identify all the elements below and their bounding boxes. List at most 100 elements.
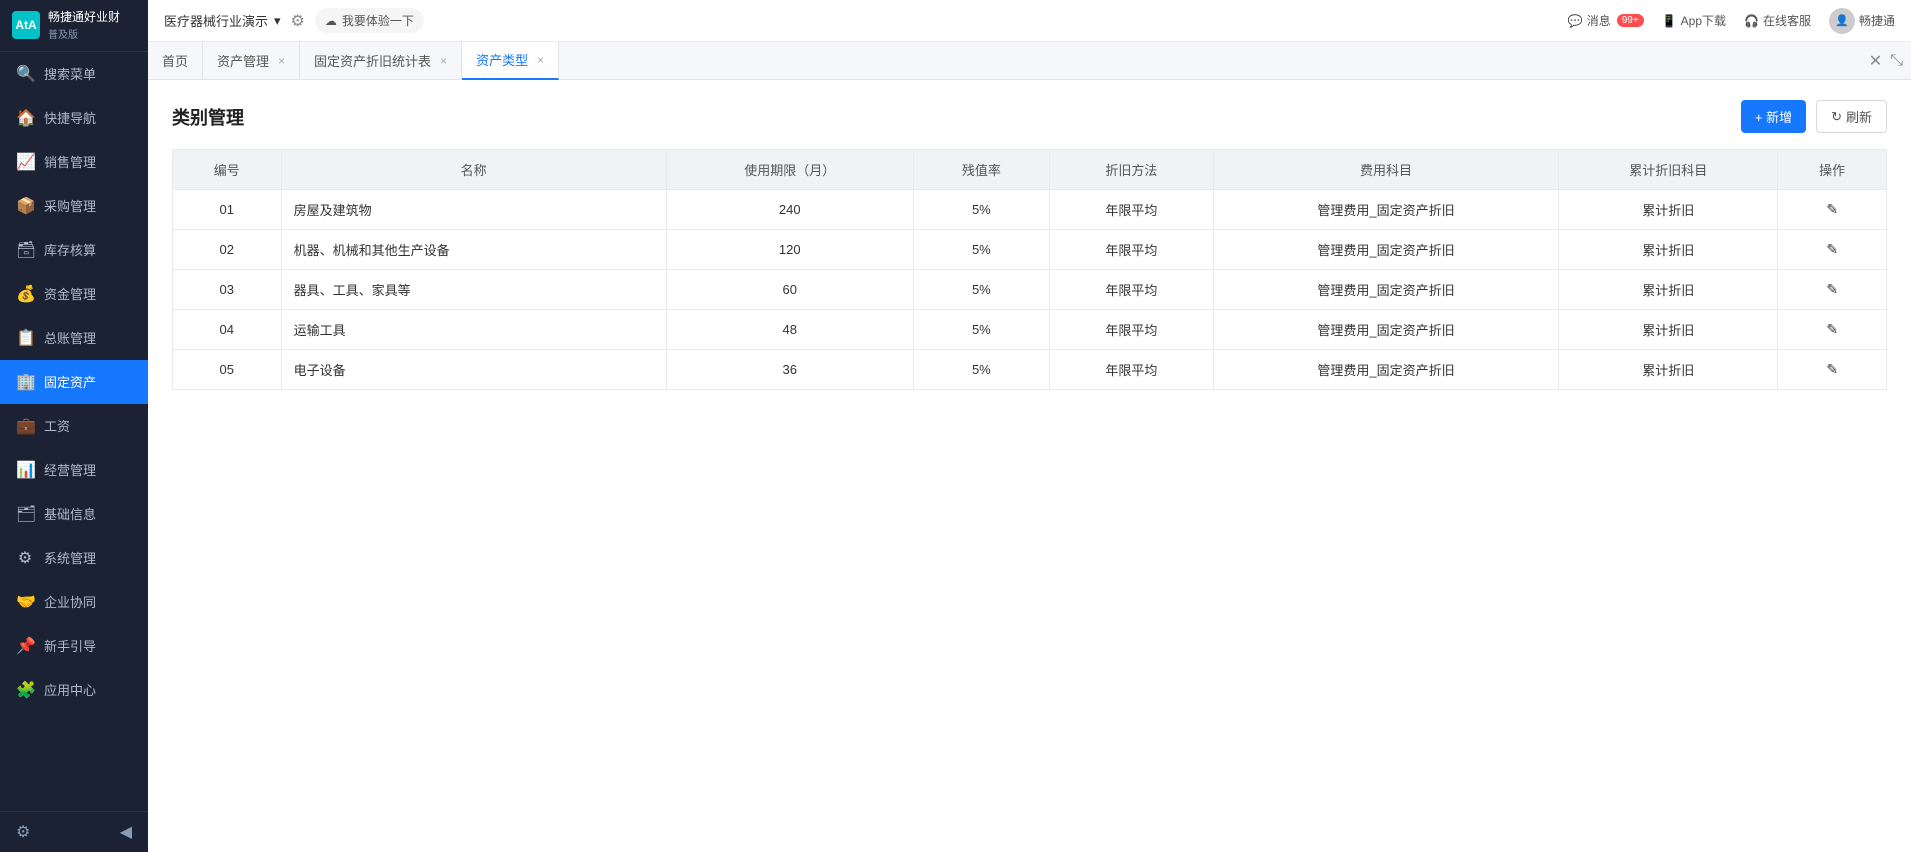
sidebar-nav: 🔍 搜索菜单 🏠 快捷导航 📈 销售管理 📦 采购管理 🗃 库存核算 💰 资金管… bbox=[0, 52, 148, 811]
sidebar-item-apps[interactable]: 🧩 应用中心 bbox=[0, 668, 148, 712]
nav-label-purchase: 采购管理 bbox=[44, 196, 96, 215]
cell-3-accumulated[interactable]: 累计折旧 bbox=[1559, 310, 1778, 350]
cell-0-expense[interactable]: 管理费用_固定资产折旧 bbox=[1213, 190, 1558, 230]
settings-icon[interactable]: ⚙ bbox=[16, 822, 30, 842]
app-download-button[interactable]: 📱 App下载 bbox=[1662, 12, 1726, 29]
headset-icon: 🎧 bbox=[1744, 14, 1759, 28]
nav-label-operations: 经营管理 bbox=[44, 460, 96, 479]
tab-depreciation[interactable]: 固定资产折旧统计表 × bbox=[300, 42, 462, 80]
cell-1-code: 02 bbox=[173, 230, 282, 270]
table-row: 05电子设备365%年限平均管理费用_固定资产折旧累计折旧✎ bbox=[173, 350, 1887, 390]
cell-3-expense[interactable]: 管理费用_固定资产折旧 bbox=[1213, 310, 1558, 350]
tab-label-home: 首页 bbox=[162, 51, 188, 70]
message-icon: 💬 bbox=[1568, 14, 1583, 28]
cell-0-name: 房屋及建筑物 bbox=[281, 190, 666, 230]
tabs-bar: 首页 资产管理 × 固定资产折旧统计表 × 资产类型 × ✕ ⤡ bbox=[148, 42, 1911, 80]
phone-icon: 📱 bbox=[1662, 14, 1677, 28]
messages-button[interactable]: 💬 消息 99+ bbox=[1568, 12, 1644, 29]
sidebar-item-guide[interactable]: 📌 新手引导 bbox=[0, 624, 148, 668]
col-header-0: 编号 bbox=[173, 150, 282, 190]
cell-4-rate: 5% bbox=[913, 350, 1049, 390]
sidebar-item-salary[interactable]: 💼 工资 bbox=[0, 404, 148, 448]
cell-3-action[interactable]: ✎ bbox=[1778, 310, 1887, 350]
nav-icon-ledger: 📋 bbox=[16, 328, 34, 348]
col-header-1: 名称 bbox=[281, 150, 666, 190]
tab-label-asset_type: 资产类型 bbox=[476, 50, 528, 69]
cell-1-rate: 5% bbox=[913, 230, 1049, 270]
cell-0-accumulated[interactable]: 累计折旧 bbox=[1559, 190, 1778, 230]
maximize-window-icon[interactable]: ⤡ bbox=[1890, 52, 1903, 70]
nav-label-sales: 销售管理 bbox=[44, 152, 96, 171]
cell-1-action[interactable]: ✎ bbox=[1778, 230, 1887, 270]
tab-asset_type[interactable]: 资产类型 × bbox=[462, 42, 559, 80]
cell-2-accumulated[interactable]: 累计折旧 bbox=[1559, 270, 1778, 310]
nav-icon-fixed: 🏢 bbox=[16, 372, 34, 392]
nav-label-apps: 应用中心 bbox=[44, 680, 96, 699]
data-table: 编号名称使用期限（月）残值率折旧方法费用科目累计折旧科目操作 01房屋及建筑物2… bbox=[172, 149, 1887, 390]
cloud-icon: ☁ bbox=[325, 14, 337, 28]
cell-2-code: 03 bbox=[173, 270, 282, 310]
sidebar-footer: ⚙ ◀ bbox=[0, 811, 148, 852]
sidebar-item-quicknav[interactable]: 🏠 快捷导航 bbox=[0, 96, 148, 140]
cell-1-name: 机器、机械和其他生产设备 bbox=[281, 230, 666, 270]
sidebar-item-inventory[interactable]: 🗃 库存核算 bbox=[0, 228, 148, 272]
tab-label-asset_mgmt: 资产管理 bbox=[217, 51, 269, 70]
tab-label-depreciation: 固定资产折旧统计表 bbox=[314, 51, 431, 70]
cell-2-action[interactable]: ✎ bbox=[1778, 270, 1887, 310]
cell-3-rate: 5% bbox=[913, 310, 1049, 350]
online-service-button[interactable]: 🎧 在线客服 bbox=[1744, 12, 1811, 29]
nav-icon-system: ⚙ bbox=[16, 548, 34, 568]
cell-3-code: 04 bbox=[173, 310, 282, 350]
collapse-icon[interactable]: ◀ bbox=[120, 822, 132, 842]
nav-label-collab: 企业协同 bbox=[44, 592, 96, 611]
nav-icon-search: 🔍 bbox=[16, 64, 34, 84]
sidebar-item-operations[interactable]: 📊 经营管理 bbox=[0, 448, 148, 492]
nav-icon-inventory: 🗃 bbox=[16, 240, 34, 260]
sidebar-item-fixed[interactable]: 🏢 固定资产 bbox=[0, 360, 148, 404]
message-badge: 99+ bbox=[1617, 14, 1644, 27]
sidebar-item-search[interactable]: 🔍 搜索菜单 bbox=[0, 52, 148, 96]
tab-close-asset_type[interactable]: × bbox=[537, 53, 544, 67]
toolbar: + 新增 ↻ 刷新 bbox=[1741, 100, 1887, 133]
cell-2-name: 器具、工具、家具等 bbox=[281, 270, 666, 310]
close-window-icon[interactable]: ✕ bbox=[1869, 51, 1882, 71]
cell-0-action[interactable]: ✎ bbox=[1778, 190, 1887, 230]
tab-close-asset_mgmt[interactable]: × bbox=[278, 54, 285, 68]
sidebar-item-capital[interactable]: 💰 资金管理 bbox=[0, 272, 148, 316]
table-body: 01房屋及建筑物2405%年限平均管理费用_固定资产折旧累计折旧✎02机器、机械… bbox=[173, 190, 1887, 390]
nav-label-search: 搜索菜单 bbox=[44, 64, 96, 83]
cell-4-accumulated[interactable]: 累计折旧 bbox=[1559, 350, 1778, 390]
cell-2-expense[interactable]: 管理费用_固定资产折旧 bbox=[1213, 270, 1558, 310]
nav-label-guide: 新手引导 bbox=[44, 636, 96, 655]
sidebar-item-purchase[interactable]: 📦 采购管理 bbox=[0, 184, 148, 228]
user-label: 畅捷通 bbox=[1859, 12, 1895, 29]
col-header-3: 残值率 bbox=[913, 150, 1049, 190]
tab-home[interactable]: 首页 bbox=[148, 42, 203, 80]
sidebar-item-collab[interactable]: 🤝 企业协同 bbox=[0, 580, 148, 624]
topbar-right: 💬 消息 99+ 📱 App下载 🎧 在线客服 👤 畅捷通 bbox=[1568, 8, 1895, 34]
cell-4-action[interactable]: ✎ bbox=[1778, 350, 1887, 390]
sidebar-item-system[interactable]: ⚙ 系统管理 bbox=[0, 536, 148, 580]
refresh-button[interactable]: ↻ 刷新 bbox=[1816, 100, 1887, 133]
sidebar-item-sales[interactable]: 📈 销售管理 bbox=[0, 140, 148, 184]
tab-close-depreciation[interactable]: × bbox=[440, 54, 447, 68]
sidebar-item-base[interactable]: 🗂 基础信息 bbox=[0, 492, 148, 536]
sidebar-item-ledger[interactable]: 📋 总账管理 bbox=[0, 316, 148, 360]
col-header-2: 使用期限（月） bbox=[666, 150, 913, 190]
topbar-settings-icon[interactable]: ⚙ bbox=[291, 11, 305, 31]
nav-icon-salary: 💼 bbox=[16, 416, 34, 436]
nav-label-base: 基础信息 bbox=[44, 504, 96, 523]
company-selector[interactable]: 医疗器械行业演示 ▾ bbox=[164, 11, 281, 30]
app-logo: AtA 畅捷通好业财 普及版 bbox=[0, 0, 148, 52]
experience-button[interactable]: ☁ 我要体验一下 bbox=[315, 8, 424, 33]
new-button[interactable]: + 新增 bbox=[1741, 100, 1806, 133]
nav-label-system: 系统管理 bbox=[44, 548, 96, 567]
cell-1-expense[interactable]: 管理费用_固定资产折旧 bbox=[1213, 230, 1558, 270]
selector-chevron-icon: ▾ bbox=[274, 13, 281, 29]
cell-1-accumulated[interactable]: 累计折旧 bbox=[1559, 230, 1778, 270]
cell-4-expense[interactable]: 管理费用_固定资产折旧 bbox=[1213, 350, 1558, 390]
table-row: 01房屋及建筑物2405%年限平均管理费用_固定资产折旧累计折旧✎ bbox=[173, 190, 1887, 230]
user-profile[interactable]: 👤 畅捷通 bbox=[1829, 8, 1895, 34]
cell-2-period: 60 bbox=[666, 270, 913, 310]
tab-asset_mgmt[interactable]: 资产管理 × bbox=[203, 42, 300, 80]
